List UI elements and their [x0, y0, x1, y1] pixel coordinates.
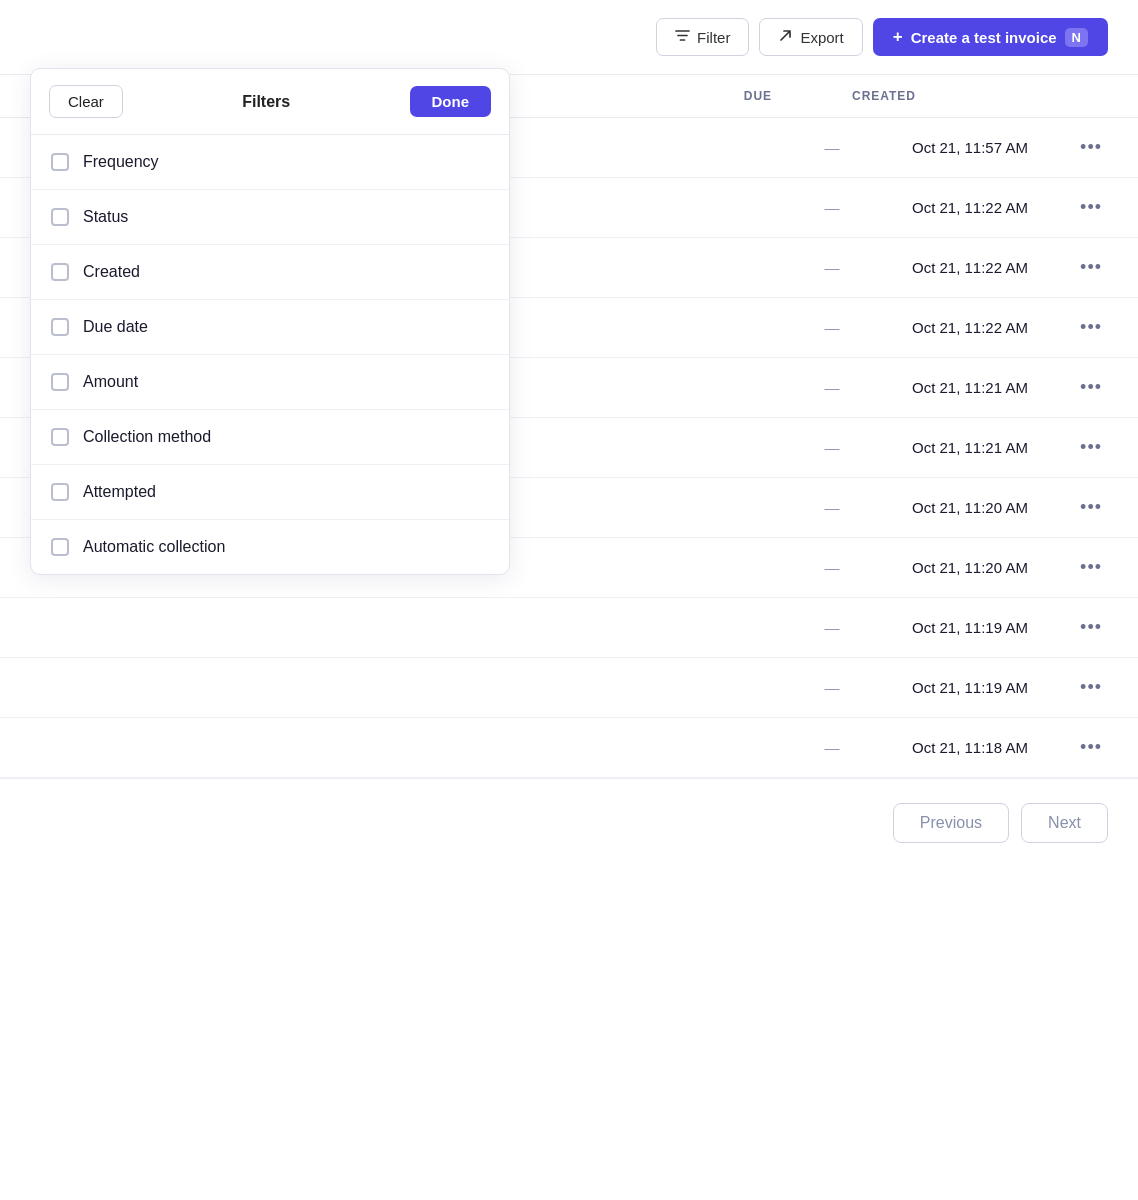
row-actions: ••• [1072, 553, 1108, 582]
row-menu-button[interactable]: ••• [1074, 673, 1108, 702]
automatic-collection-checkbox[interactable] [51, 538, 69, 556]
row-menu-button[interactable]: ••• [1074, 253, 1108, 282]
row-due: — [812, 739, 852, 756]
export-button[interactable]: Export [759, 18, 862, 56]
row-due: — [812, 199, 852, 216]
pagination: Previous Next [0, 778, 1138, 867]
amount-checkbox[interactable] [51, 373, 69, 391]
row-actions: ••• [1072, 433, 1108, 462]
row-menu-button[interactable]: ••• [1074, 493, 1108, 522]
row-menu-button[interactable]: ••• [1074, 133, 1108, 162]
row-menu-button[interactable]: ••• [1074, 613, 1108, 642]
row-created: Oct 21, 11:18 AM [912, 739, 1072, 756]
amount-label: Amount [83, 373, 138, 391]
page-wrapper: Filter Export + Create a test invoice N … [0, 0, 1138, 1200]
collection-method-label: Collection method [83, 428, 211, 446]
create-invoice-label: Create a test invoice [911, 29, 1057, 46]
row-due: — [812, 139, 852, 156]
row-created: Oct 21, 11:19 AM [912, 679, 1072, 696]
filter-title: Filters [123, 93, 410, 111]
created-checkbox[interactable] [51, 263, 69, 281]
row-actions: ••• [1072, 313, 1108, 342]
create-invoice-badge: N [1065, 28, 1088, 47]
status-label: Status [83, 208, 128, 226]
row-actions: ••• [1072, 733, 1108, 762]
col-header-due: DUE [744, 89, 772, 103]
row-created: Oct 21, 11:22 AM [912, 259, 1072, 276]
filter-item-due-date[interactable]: Due date [31, 300, 509, 355]
table-row[interactable]: — Oct 21, 11:19 AM ••• [0, 598, 1138, 658]
filter-item-frequency[interactable]: Frequency [31, 135, 509, 190]
row-menu-button[interactable]: ••• [1074, 553, 1108, 582]
row-due: — [812, 259, 852, 276]
table-row[interactable]: — Oct 21, 11:19 AM ••• [0, 658, 1138, 718]
filter-button-label: Filter [697, 29, 730, 46]
row-due: — [812, 559, 852, 576]
previous-button[interactable]: Previous [893, 803, 1009, 843]
col-header-created: CREATED [852, 89, 992, 103]
row-created: Oct 21, 11:20 AM [912, 559, 1072, 576]
row-created: Oct 21, 11:22 AM [912, 199, 1072, 216]
filter-icon [675, 28, 690, 46]
row-created: Oct 21, 11:57 AM [912, 139, 1072, 156]
create-invoice-button[interactable]: + Create a test invoice N [873, 18, 1108, 56]
row-actions: ••• [1072, 253, 1108, 282]
filter-item-collection-method[interactable]: Collection method [31, 410, 509, 465]
row-actions: ••• [1072, 493, 1108, 522]
row-due: — [812, 439, 852, 456]
filter-item-automatic-collection[interactable]: Automatic collection [31, 520, 509, 574]
row-created: Oct 21, 11:22 AM [912, 319, 1072, 336]
filter-item-attempted[interactable]: Attempted [31, 465, 509, 520]
automatic-collection-label: Automatic collection [83, 538, 225, 556]
row-actions: ••• [1072, 193, 1108, 222]
row-created: Oct 21, 11:20 AM [912, 499, 1072, 516]
row-created: Oct 21, 11:19 AM [912, 619, 1072, 636]
filter-panel: Clear Filters Done Frequency Status Crea… [30, 68, 510, 575]
done-button[interactable]: Done [410, 86, 492, 117]
filter-item-created[interactable]: Created [31, 245, 509, 300]
frequency-checkbox[interactable] [51, 153, 69, 171]
row-menu-button[interactable]: ••• [1074, 733, 1108, 762]
frequency-label: Frequency [83, 153, 159, 171]
row-due: — [812, 499, 852, 516]
row-actions: ••• [1072, 673, 1108, 702]
created-label: Created [83, 263, 140, 281]
table-row[interactable]: — Oct 21, 11:18 AM ••• [0, 718, 1138, 778]
row-menu-button[interactable]: ••• [1074, 433, 1108, 462]
table-col-headers: DUE CREATED [744, 89, 1108, 103]
row-created: Oct 21, 11:21 AM [912, 439, 1072, 456]
status-checkbox[interactable] [51, 208, 69, 226]
row-actions: ••• [1072, 373, 1108, 402]
filter-item-status[interactable]: Status [31, 190, 509, 245]
filter-item-amount[interactable]: Amount [31, 355, 509, 410]
filter-header: Clear Filters Done [31, 69, 509, 135]
export-button-label: Export [800, 29, 843, 46]
plus-icon: + [893, 27, 903, 47]
row-due: — [812, 619, 852, 636]
collection-method-checkbox[interactable] [51, 428, 69, 446]
clear-button[interactable]: Clear [49, 85, 123, 118]
row-actions: ••• [1072, 613, 1108, 642]
row-due: — [812, 679, 852, 696]
row-due: — [812, 379, 852, 396]
row-menu-button[interactable]: ••• [1074, 313, 1108, 342]
attempted-label: Attempted [83, 483, 156, 501]
row-actions: ••• [1072, 133, 1108, 162]
export-icon [778, 28, 793, 46]
toolbar: Filter Export + Create a test invoice N [0, 0, 1138, 75]
due-date-checkbox[interactable] [51, 318, 69, 336]
row-due: — [812, 319, 852, 336]
attempted-checkbox[interactable] [51, 483, 69, 501]
row-menu-button[interactable]: ••• [1074, 193, 1108, 222]
next-button[interactable]: Next [1021, 803, 1108, 843]
filter-button[interactable]: Filter [656, 18, 749, 56]
row-created: Oct 21, 11:21 AM [912, 379, 1072, 396]
row-menu-button[interactable]: ••• [1074, 373, 1108, 402]
due-date-label: Due date [83, 318, 148, 336]
